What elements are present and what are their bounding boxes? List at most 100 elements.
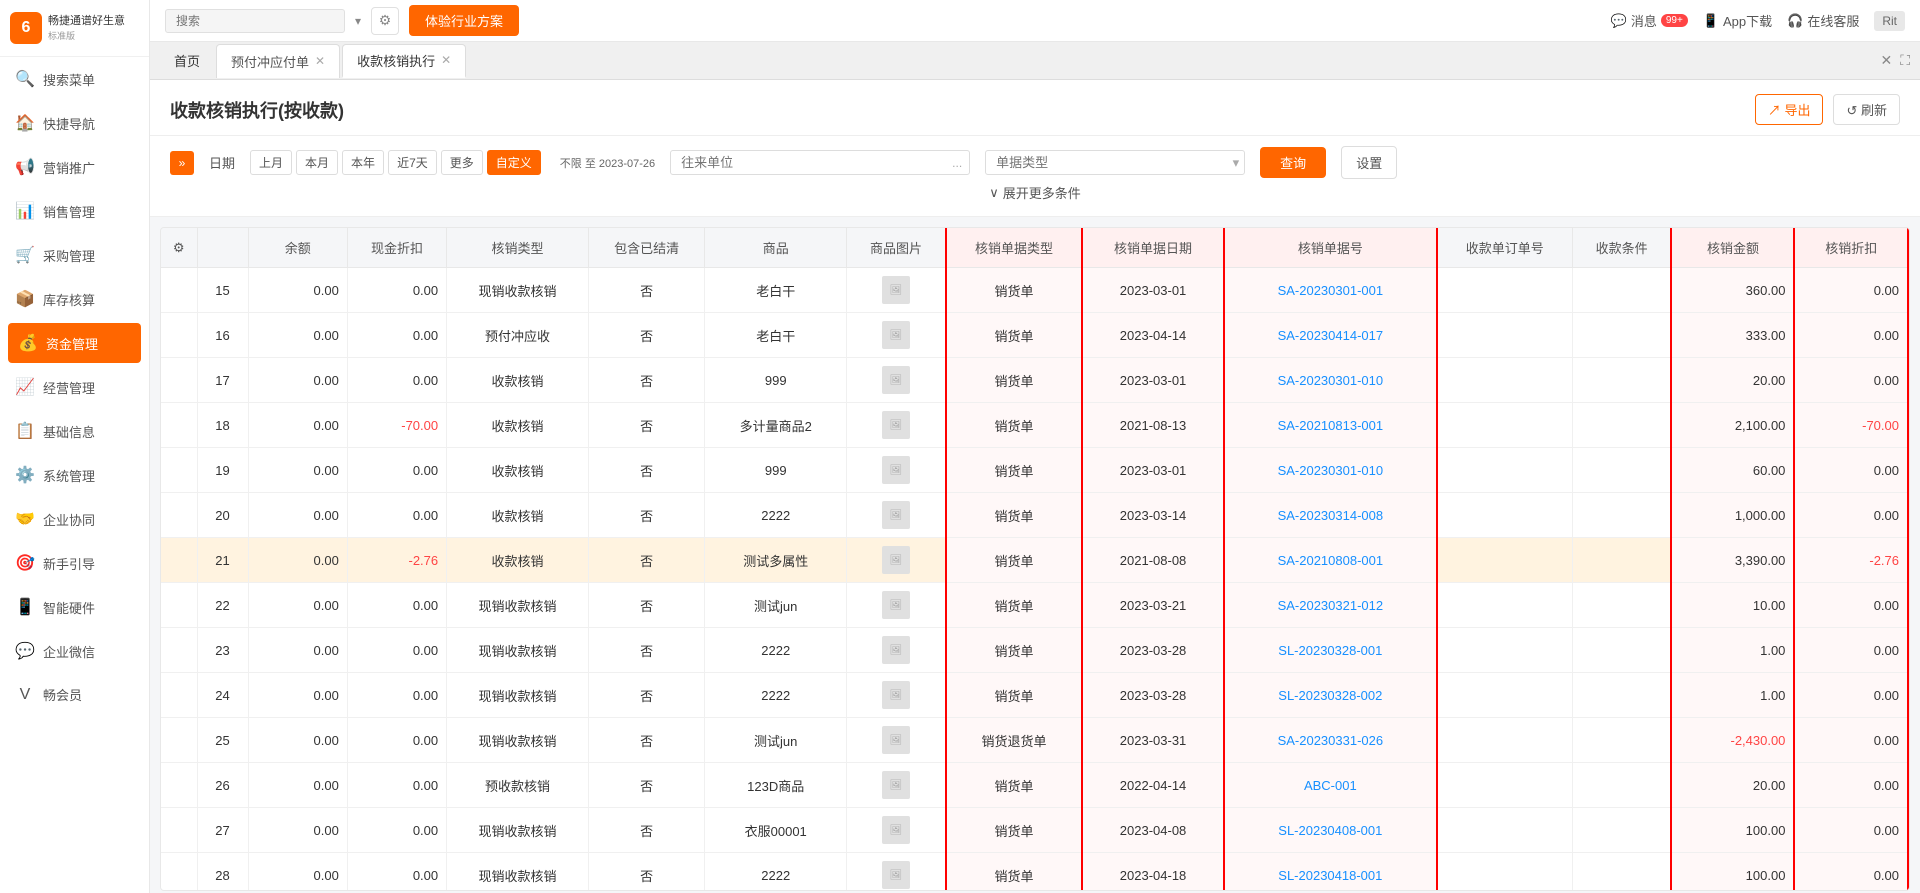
balance-cell: 0.00 <box>248 538 347 583</box>
unit-input[interactable] <box>670 150 970 175</box>
col-gear-cell <box>161 673 197 718</box>
tab-prepaid[interactable]: 预付冲应付单 ✕ <box>216 44 340 78</box>
verify-bill-date-cell: 2023-03-31 <box>1082 718 1224 763</box>
date-this-month-button[interactable]: 本月 <box>296 150 338 175</box>
sidebar-item-quick-nav[interactable]: 🏠 快捷导航 <box>0 101 149 145</box>
sidebar-item-search[interactable]: 🔍 搜索菜单 <box>0 57 149 101</box>
cash-discount-cell: 0.00 <box>347 493 446 538</box>
verify-bill-date-cell: 2023-03-28 <box>1082 628 1224 673</box>
date-label: 日期 <box>209 153 235 172</box>
filter-expand-button[interactable]: » <box>170 151 194 175</box>
config-button[interactable]: ⚙ <box>371 7 399 35</box>
cash-discount-cell: 0.00 <box>347 313 446 358</box>
filter-settings-button[interactable]: 设置 <box>1341 146 1397 179</box>
close-window-icon[interactable]: ✕ <box>1880 52 1892 69</box>
sidebar: 6 畅捷通谱好生意 标准版 🔍 搜索菜单 🏠 快捷导航 📢 营销推广 📊 销售管… <box>0 0 150 893</box>
tab-collection[interactable]: 收款核销执行 ✕ <box>342 44 466 78</box>
online-service-button[interactable]: 🎧 在线客服 <box>1787 11 1859 30</box>
table-scroll-container[interactable]: ⚙ 余额 现金折扣 核销类型 包含已结清 商品 商品图片 核销单据类型 核销单据… <box>160 227 1910 891</box>
sidebar-item-sales[interactable]: 📊 销售管理 <box>0 189 149 233</box>
verify-amount-cell: 1,000.00 <box>1671 493 1794 538</box>
sidebar-item-operation[interactable]: 📈 经营管理 <box>0 365 149 409</box>
sidebar-item-inventory[interactable]: 📦 库存核算 <box>0 277 149 321</box>
sidebar-item-company[interactable]: 🤝 企业协同 <box>0 497 149 541</box>
sidebar-item-hardware[interactable]: 📱 智能硬件 <box>0 585 149 629</box>
solution-button[interactable]: 体验行业方案 <box>409 5 519 36</box>
collection-condition-cell <box>1572 673 1671 718</box>
date-range-text: 不限 至 2023-07-26 <box>560 155 655 171</box>
maximize-icon[interactable]: ⛶ <box>1900 52 1910 69</box>
verify-discount-cell: 0.00 <box>1794 268 1908 313</box>
verify-amount-cell: 10.00 <box>1671 583 1794 628</box>
tab-collection-close-icon[interactable]: ✕ <box>441 53 451 67</box>
balance-cell: 0.00 <box>248 718 347 763</box>
seq-cell: 28 <box>197 853 248 892</box>
collection-condition-cell <box>1572 448 1671 493</box>
sidebar-item-marketing[interactable]: 📢 营销推广 <box>0 145 149 189</box>
app-download-button[interactable]: 📱 App下载 <box>1703 11 1772 30</box>
collection-order-no-cell <box>1437 763 1572 808</box>
sidebar-item-system[interactable]: ⚙️ 系统管理 <box>0 453 149 497</box>
verify-bill-no-cell: SA-20230301-001 <box>1224 268 1437 313</box>
verify-type-cell: 收款核销 <box>447 358 589 403</box>
tab-home[interactable]: 首页 <box>160 45 214 76</box>
sidebar-item-basic-info[interactable]: 📋 基础信息 <box>0 409 149 453</box>
verify-discount-cell: 0.00 <box>1794 583 1908 628</box>
collection-condition-cell <box>1572 358 1671 403</box>
table-row: 23 0.00 0.00 现销收款核销 否 2222 🖼 销货单 2023-03… <box>161 628 1908 673</box>
verify-amount-cell: 20.00 <box>1671 358 1794 403</box>
include-settled-cell: 否 <box>588 538 704 583</box>
goods-img-cell: 🖼 <box>847 583 946 628</box>
wechat-icon: 💬 <box>15 641 35 661</box>
page: 收款核销执行(按收款) ↗ 导出 ↺ 刷新 » 日期 上月 本月 本年 近7天 <box>150 80 1920 893</box>
tabbar: 首页 预付冲应付单 ✕ 收款核销执行 ✕ ✕ ⛶ <box>150 42 1920 80</box>
tab-prepaid-close-icon[interactable]: ✕ <box>315 54 325 68</box>
verify-bill-type-cell: 销货退货单 <box>946 718 1082 763</box>
cash-discount-cell: 0.00 <box>347 718 446 763</box>
table-row: 16 0.00 0.00 预付冲应收 否 老白干 🖼 销货单 2023-04-1… <box>161 313 1908 358</box>
col-gear[interactable]: ⚙ <box>161 228 197 268</box>
verify-discount-cell: 0.00 <box>1794 718 1908 763</box>
refresh-button[interactable]: ↺ 刷新 <box>1833 94 1900 125</box>
col-gear-cell <box>161 583 197 628</box>
verify-bill-date-cell: 2023-04-14 <box>1082 313 1224 358</box>
col-goods-img: 商品图片 <box>847 228 946 268</box>
date-custom-button[interactable]: 自定义 <box>487 150 541 175</box>
collection-order-no-cell <box>1437 853 1572 892</box>
sidebar-item-wechat[interactable]: 💬 企业微信 <box>0 629 149 673</box>
verify-amount-cell: 100.00 <box>1671 808 1794 853</box>
seq-cell: 22 <box>197 583 248 628</box>
table-row: 15 0.00 0.00 现销收款核销 否 老白干 🖼 销货单 2023-03-… <box>161 268 1908 313</box>
sidebar-item-purchase[interactable]: 🛒 采购管理 <box>0 233 149 277</box>
date-last-month-button[interactable]: 上月 <box>250 150 292 175</box>
collection-condition-cell <box>1572 538 1671 583</box>
bill-type-input[interactable] <box>985 150 1245 175</box>
home-icon: 🏠 <box>15 113 35 133</box>
table-row: 28 0.00 0.00 现销收款核销 否 2222 🖼 销货单 2023-04… <box>161 853 1908 892</box>
dropdown-chevron-icon[interactable]: ▾ <box>355 14 361 28</box>
date-this-year-button[interactable]: 本年 <box>342 150 384 175</box>
verify-bill-type-cell: 销货单 <box>946 448 1082 493</box>
verify-bill-no-cell: SA-20230314-008 <box>1224 493 1437 538</box>
sidebar-item-finance[interactable]: 💰 资金管理 <box>8 323 141 363</box>
sidebar-item-member[interactable]: V 畅会员 <box>0 673 149 716</box>
seq-cell: 24 <box>197 673 248 718</box>
goods-cell: 123D商品 <box>705 763 847 808</box>
verify-discount-cell: 0.00 <box>1794 808 1908 853</box>
query-button[interactable]: 查询 <box>1260 147 1326 178</box>
search-input[interactable] <box>165 9 345 33</box>
col-gear-cell <box>161 853 197 892</box>
topbar-actions: 💬 消息 99+ 📱 App下载 🎧 在线客服 Rit <box>1611 11 1905 31</box>
collection-order-no-cell <box>1437 673 1572 718</box>
unit-dots-icon: ... <box>952 156 962 170</box>
message-button[interactable]: 💬 消息 99+ <box>1611 11 1688 30</box>
verify-amount-cell: 100.00 <box>1671 853 1794 892</box>
verify-type-cell: 预付冲应收 <box>447 313 589 358</box>
date-7days-button[interactable]: 近7天 <box>388 150 437 175</box>
export-button[interactable]: ↗ 导出 <box>1755 94 1824 125</box>
expand-more-button[interactable]: ∨ 展开更多条件 <box>989 183 1081 202</box>
sidebar-item-guide[interactable]: 🎯 新手引导 <box>0 541 149 585</box>
cash-discount-cell: -2.76 <box>347 538 446 583</box>
date-more-button[interactable]: 更多 <box>441 150 483 175</box>
user-menu[interactable]: Rit <box>1874 11 1905 31</box>
